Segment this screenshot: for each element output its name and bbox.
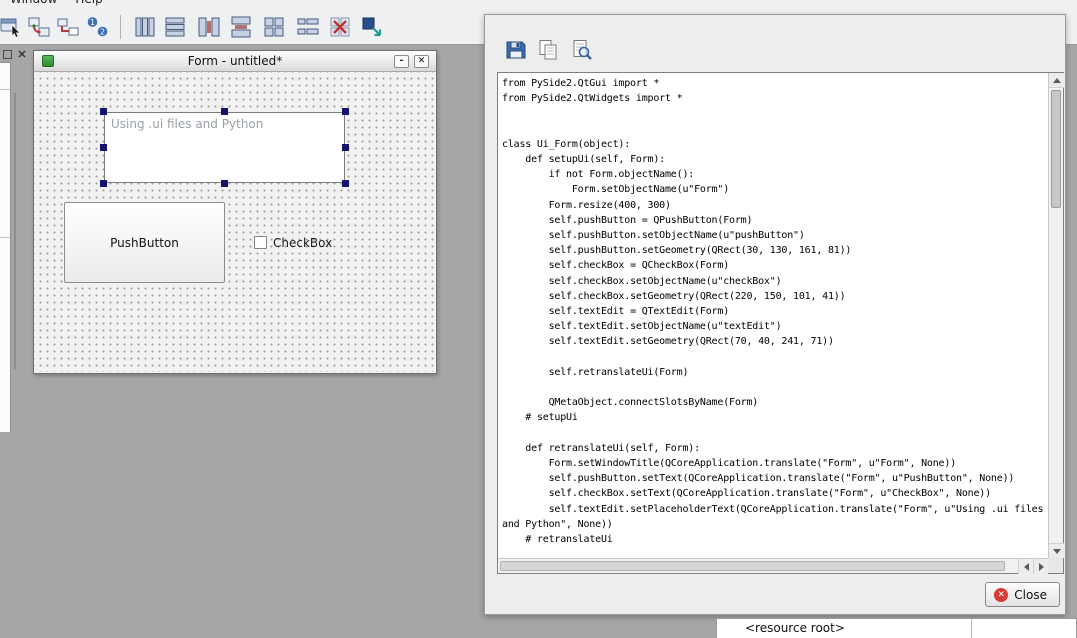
form-minimize-button[interactable]: - [394, 55, 409, 68]
break-layout-glyph [328, 15, 352, 39]
layout-form-icon[interactable] [295, 14, 321, 40]
form-editor-window: Form - untitled* - ✕ Using .ui files and… [33, 50, 437, 374]
scroll-left-icon[interactable] [1018, 559, 1033, 574]
layout-vertical-splitter-glyph [229, 15, 253, 39]
checkbox-widget[interactable]: CheckBox [254, 222, 355, 263]
horizontal-scrollbar[interactable] [498, 558, 1048, 573]
arrow-right-glyph [1039, 563, 1044, 571]
edit-buddies-glyph [56, 15, 80, 39]
find-glyph [570, 38, 594, 62]
edit-tab-order-icon[interactable]: 12 [85, 14, 111, 40]
menu-help[interactable]: Help [75, 0, 102, 6]
resource-panel-divider [971, 619, 972, 638]
layout-horizontal-splitter-icon[interactable] [196, 14, 222, 40]
menu-window[interactable]: Window [10, 0, 57, 6]
selection-handle-bottom-middle[interactable] [221, 180, 228, 187]
qt-designer-screen: { "menubar": { "items": [ { "label": "Wi… [0, 0, 1077, 638]
toolbar-separator [120, 15, 121, 39]
selection-handle-top-middle[interactable] [221, 108, 228, 115]
scroll-up-icon[interactable] [1049, 73, 1064, 88]
layout-vertical-splitter-icon[interactable] [228, 14, 254, 40]
close-icon: ✕ [994, 588, 1008, 602]
close-button-label: Close [1014, 588, 1047, 602]
form-window-title: Form - untitled* [34, 54, 436, 68]
copy-glyph [536, 38, 560, 62]
close-button[interactable]: ✕ Close [985, 582, 1060, 607]
layout-vertical-glyph [163, 15, 187, 39]
form-close-button[interactable]: ✕ [414, 55, 429, 68]
arrow-up-glyph [1053, 78, 1061, 83]
vertical-scrollbar[interactable] [1048, 73, 1063, 558]
textedit-widget[interactable]: Using .ui files and Python [104, 112, 345, 183]
svg-text:1: 1 [90, 18, 95, 27]
find-icon[interactable] [569, 37, 595, 63]
adjust-size-icon[interactable] [359, 14, 385, 40]
selection-handle-top-left[interactable] [100, 108, 107, 115]
code-view: from PySide2.QtGui import * from PySide2… [497, 72, 1064, 574]
code-preview-dialog: from PySide2.QtGui import * from PySide2… [484, 14, 1066, 615]
form-window-titlebar[interactable]: Form - untitled* - ✕ [34, 51, 436, 72]
textedit-placeholder: Using .ui files and Python [105, 113, 344, 135]
panel-divider [0, 89, 10, 90]
pushbutton-widget[interactable]: PushButton [64, 202, 225, 283]
layout-horizontal-splitter-glyph [197, 15, 221, 39]
edit-signals-slots-icon[interactable] [26, 14, 52, 40]
layout-grid-icon[interactable] [261, 14, 287, 40]
selection-handle-middle-right[interactable] [342, 144, 349, 151]
svg-text:2: 2 [100, 28, 105, 37]
layout-grid-glyph [262, 15, 286, 39]
selection-handle-top-right[interactable] [342, 108, 349, 115]
horizontal-scrollbar-thumb[interactable] [500, 561, 1005, 571]
edit-widgets-glyph [0, 15, 23, 39]
dock-titlebar-fragment [0, 46, 30, 62]
scroll-down-icon[interactable] [1049, 543, 1064, 558]
layout-vertical-icon[interactable] [162, 14, 188, 40]
layout-form-glyph [296, 15, 320, 39]
resource-browser-fragment: <resource root> [716, 618, 1077, 638]
save-icon[interactable] [503, 37, 529, 63]
copy-icon[interactable] [535, 37, 561, 63]
resource-root-item[interactable]: <resource root> [745, 621, 845, 635]
selection-handle-middle-left[interactable] [100, 144, 107, 151]
save-glyph [504, 38, 528, 62]
menubar: Window Help [10, 0, 103, 6]
edit-signals-slots-glyph [27, 15, 51, 39]
dock-close-icon[interactable] [17, 49, 27, 59]
generated-code-text[interactable]: from PySide2.QtGui import * from PySide2… [498, 73, 1048, 558]
selection-handle-bottom-left[interactable] [100, 180, 107, 187]
widgetbox-panel-fragment [0, 62, 11, 432]
vertical-scrollbar-thumb[interactable] [1051, 90, 1061, 208]
edit-tab-order-glyph: 12 [86, 15, 110, 39]
scroll-right-icon[interactable] [1033, 559, 1048, 574]
form-canvas[interactable]: Using .ui files and Python PushButton Ch… [34, 72, 434, 372]
arrow-left-glyph [1024, 563, 1029, 571]
checkbox-indicator[interactable] [254, 236, 267, 249]
edit-widgets-icon[interactable] [0, 14, 24, 40]
layout-horizontal-glyph [133, 15, 157, 39]
break-layout-icon[interactable] [327, 14, 353, 40]
checkbox-label: CheckBox [273, 236, 332, 250]
arrow-down-glyph [1053, 549, 1061, 554]
scrollbar-corner [1048, 558, 1063, 573]
adjust-size-glyph [360, 15, 384, 39]
layout-horizontal-icon[interactable] [132, 14, 158, 40]
selection-handle-bottom-right[interactable] [342, 180, 349, 187]
dock-float-icon[interactable] [3, 50, 12, 59]
dock-splitter-handle[interactable] [14, 93, 16, 369]
panel-divider [0, 237, 10, 238]
edit-buddies-icon[interactable] [55, 14, 81, 40]
